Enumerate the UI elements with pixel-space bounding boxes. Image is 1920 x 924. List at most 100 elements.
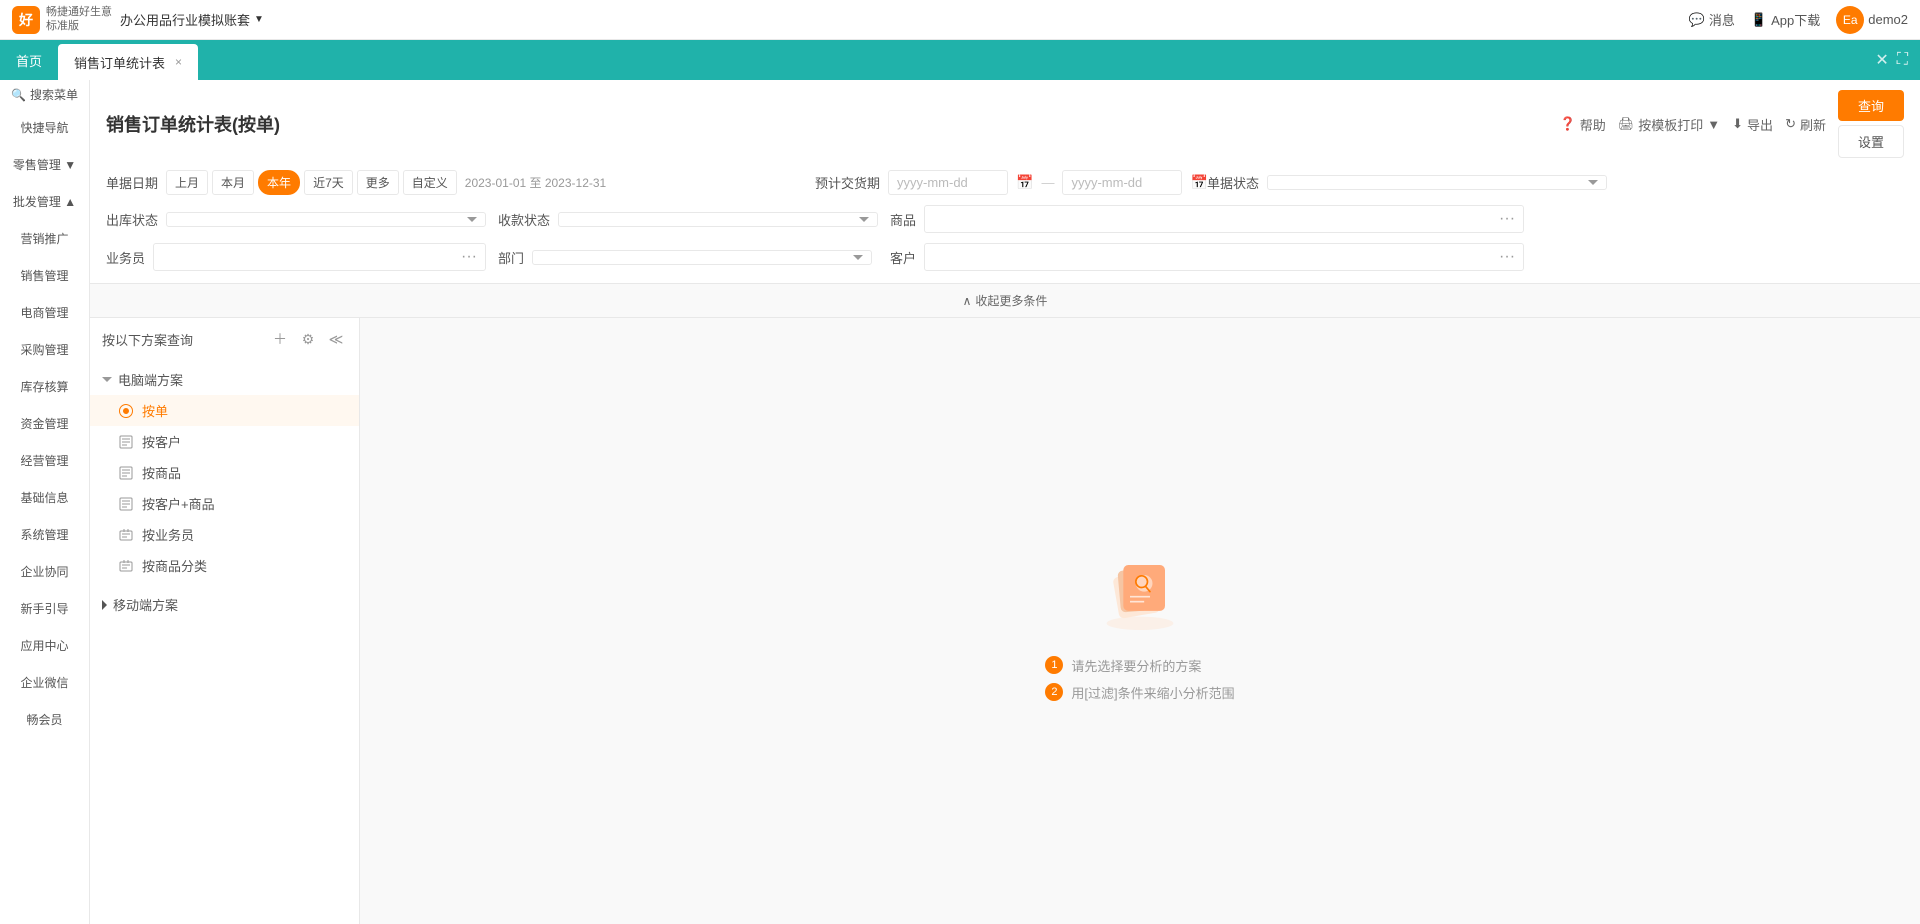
payment-status-select[interactable] — [558, 212, 878, 227]
customer-section: 客户 ··· — [890, 243, 1904, 271]
date-btn-custom[interactable]: 自定义 — [403, 170, 457, 195]
date-btn-last-7-days[interactable]: 近7天 — [304, 170, 353, 195]
help-icon: ❓ — [1560, 116, 1576, 132]
product-select[interactable]: ··· — [924, 205, 1524, 233]
export-button[interactable]: ⬇ 导出 — [1732, 115, 1773, 134]
message-icon: 💬 — [1689, 12, 1705, 28]
sidebar-item-operations[interactable]: 经营管理 — [0, 442, 89, 479]
sidebar-item-purchase[interactable]: 采购管理 — [0, 331, 89, 368]
avatar: Ea — [1836, 6, 1864, 34]
group-expand-icon — [102, 377, 112, 382]
page-content: 销售订单统计表(按单) ❓ 帮助 🖨 按模板打印 ▼ ⬇ 导出 ↻ 刷新 — [90, 80, 1920, 924]
salesperson-select[interactable]: ··· — [153, 243, 486, 271]
top-bar-right: 💬 消息 📱 App下载 Ea demo2 — [1689, 6, 1908, 34]
sidebar-item-quick-nav[interactable]: 快捷导航 — [0, 109, 89, 146]
sidebar-item-sales[interactable]: 销售管理 — [0, 257, 89, 294]
product-ellipsis-icon[interactable]: ··· — [1499, 210, 1515, 228]
scheme-item-by-product[interactable]: 按商品 — [90, 457, 359, 488]
logo-icon: 好 — [12, 6, 40, 34]
scheme-group-mobile-header[interactable]: 移动端方案 — [90, 589, 359, 620]
scheme-group-mobile: 移动端方案 — [90, 585, 359, 624]
bill-status-section: 单据状态 — [1207, 173, 1904, 192]
scheme-item-by-customer[interactable]: 按客户 — [90, 426, 359, 457]
refresh-icon: ↻ — [1785, 116, 1796, 132]
download-icon: 📱 — [1751, 12, 1767, 28]
payment-status-arrow-icon — [859, 217, 869, 222]
sidebar: 🔍 搜索菜单 快捷导航 零售管理 ▼ 批发管理 ▲ 营销推广 销售管理 电商管理… — [0, 80, 90, 924]
sidebar-item-wholesale[interactable]: 批发管理 ▲ — [0, 183, 89, 220]
delivery-start-date-input[interactable] — [888, 170, 1008, 195]
category-icon — [118, 558, 134, 574]
product-icon — [118, 465, 134, 481]
sidebar-item-marketing[interactable]: 营销推广 — [0, 220, 89, 257]
window-controls: ✕ ⛶ — [1875, 50, 1920, 70]
delivery-status-select[interactable] — [166, 212, 486, 227]
collapse-button[interactable]: ∧ 收起更多条件 — [963, 292, 1048, 309]
calendar-end-icon[interactable]: 📅 — [1190, 174, 1207, 191]
add-scheme-button[interactable]: ＋ — [269, 328, 291, 350]
scheme-item-by-order[interactable]: 按单 — [90, 395, 359, 426]
search-menu-button[interactable]: 🔍 搜索菜单 — [0, 80, 89, 109]
sidebar-item-basic[interactable]: 基础信息 — [0, 479, 89, 516]
customer-ellipsis-icon[interactable]: ··· — [1499, 248, 1515, 266]
page-title: 销售订单统计表(按单) — [106, 111, 280, 137]
department-select[interactable] — [532, 250, 872, 265]
group-collapse-icon — [102, 600, 107, 610]
date-btn-this-year[interactable]: 本年 — [258, 170, 300, 195]
user-menu[interactable]: Ea demo2 — [1836, 6, 1908, 34]
app-download-button[interactable]: 📱 App下载 — [1751, 10, 1820, 29]
empty-hint-1: 1 请先选择要分析的方案 — [1045, 656, 1234, 675]
bill-status-select[interactable] — [1267, 175, 1607, 190]
sidebar-item-inventory[interactable]: 库存核算 — [0, 368, 89, 405]
sidebar-item-wechat[interactable]: 企业微信 — [0, 664, 89, 701]
sidebar-item-ecommerce[interactable]: 电商管理 — [0, 294, 89, 331]
settings-scheme-button[interactable]: ⚙ — [297, 328, 319, 350]
refresh-button[interactable]: ↻ 刷新 — [1785, 115, 1826, 134]
scheme-item-by-cust-prod[interactable]: 按客户+商品 — [90, 488, 359, 519]
delivery-status-section: 出库状态 — [106, 210, 486, 229]
scheme-item-by-salesperson[interactable]: 按业务员 — [90, 519, 359, 550]
scheme-group-pc-header[interactable]: 电脑端方案 — [90, 364, 359, 395]
tab-sales-order-stats[interactable]: 销售订单统计表 × — [58, 44, 198, 80]
scheme-item-by-category[interactable]: 按商品分类 — [90, 550, 359, 581]
sidebar-item-enterprise[interactable]: 企业协同 — [0, 553, 89, 590]
calendar-start-icon[interactable]: 📅 — [1016, 174, 1033, 191]
workspace-selector[interactable]: 办公用品行业模拟账套 ▼ — [120, 10, 264, 29]
department-section: 部门 — [498, 248, 878, 267]
date-btn-this-month[interactable]: 本月 — [212, 170, 254, 195]
sidebar-item-system[interactable]: 系统管理 — [0, 516, 89, 553]
data-area: 1 请先选择要分析的方案 2 用[过滤]条件来缩小分析范围 — [360, 318, 1920, 924]
sidebar-item-newbie[interactable]: 新手引导 — [0, 590, 89, 627]
close-window-icon[interactable]: ✕ — [1875, 50, 1888, 70]
filter-area: 单据日期 上月 本月 本年 近7天 更多 自定义 2023-01-01 至 20… — [90, 158, 1920, 284]
page-actions: ❓ 帮助 🖨 按模板打印 ▼ ⬇ 导出 ↻ 刷新 查询 — [1560, 90, 1904, 158]
message-button[interactable]: 💬 消息 — [1689, 10, 1735, 29]
delivery-date-section: 预计交货期 📅 — 📅 — [815, 170, 1195, 195]
customer-select[interactable]: ··· — [924, 243, 1524, 271]
date-btn-last-month[interactable]: 上月 — [166, 170, 208, 195]
salesperson-ellipsis-icon[interactable]: ··· — [461, 248, 477, 266]
sidebar-item-vip[interactable]: 畅会员 — [0, 701, 89, 738]
help-button[interactable]: ❓ 帮助 — [1560, 115, 1606, 134]
sidebar-item-finance[interactable]: 资金管理 — [0, 405, 89, 442]
maximize-window-icon[interactable]: ⛶ — [1897, 51, 1908, 69]
empty-state: 1 请先选择要分析的方案 2 用[过滤]条件来缩小分析范围 — [1045, 540, 1234, 702]
date-buttons-group: 上月 本月 本年 近7天 更多 自定义 — [166, 170, 457, 195]
settings-button[interactable]: 设置 — [1838, 125, 1904, 158]
date-btn-more[interactable]: 更多 — [357, 170, 399, 195]
tab-close-button[interactable]: × — [175, 55, 182, 69]
delivery-end-date-input[interactable] — [1062, 170, 1182, 195]
top-bar: 好 畅捷通好生意 标准版 办公用品行业模拟账套 ▼ 💬 消息 📱 App下载 E… — [0, 0, 1920, 40]
department-arrow-icon — [853, 255, 863, 260]
query-button[interactable]: 查询 — [1838, 90, 1904, 121]
tab-home[interactable]: 首页 — [0, 40, 58, 80]
customer-icon — [118, 434, 134, 450]
sidebar-item-retail[interactable]: 零售管理 ▼ — [0, 146, 89, 183]
sidebar-item-appcenter[interactable]: 应用中心 — [0, 627, 89, 664]
collapse-up-icon: ∧ — [963, 294, 972, 308]
collapse-bar[interactable]: ∧ 收起更多条件 — [90, 284, 1920, 318]
salesperson-icon — [118, 527, 134, 543]
print-button[interactable]: 🖨 按模板打印 ▼ — [1618, 115, 1720, 134]
print-icon: 🖨 — [1618, 116, 1635, 132]
collapse-scheme-button[interactable]: ≪ — [325, 328, 347, 350]
